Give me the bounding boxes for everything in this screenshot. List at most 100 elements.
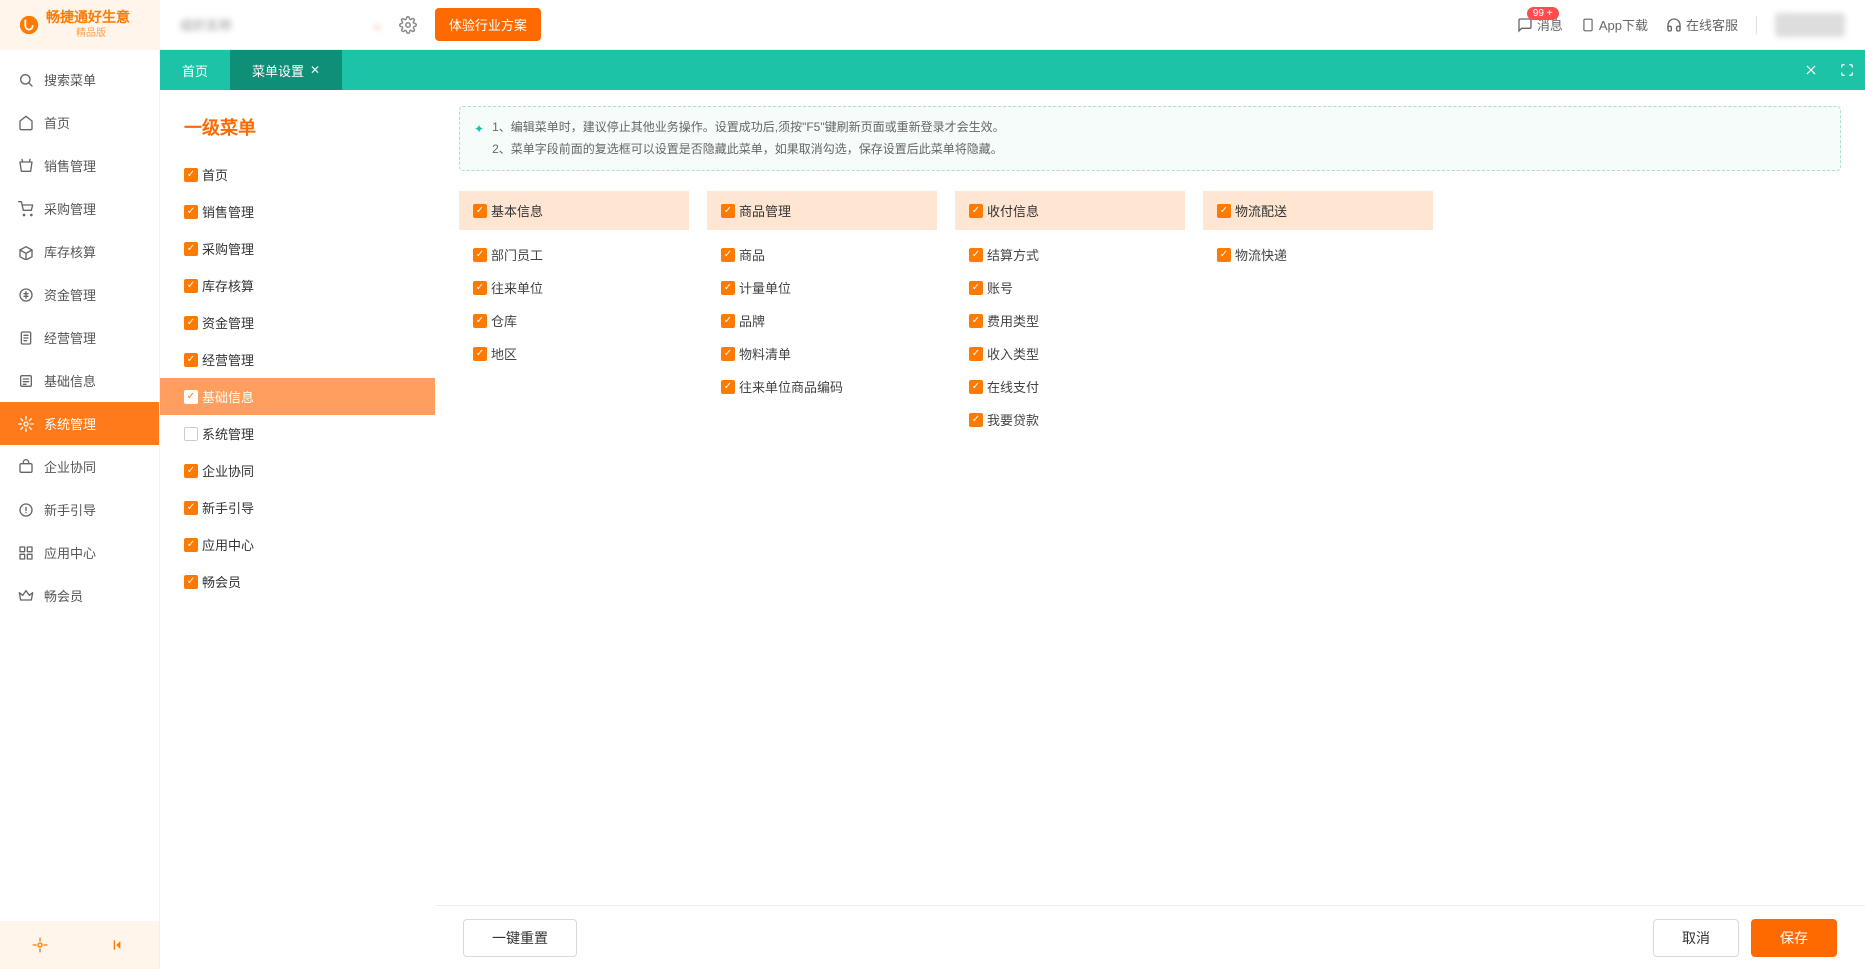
- user-avatar[interactable]: [1775, 13, 1845, 37]
- menu-item[interactable]: ✓计量单位: [721, 271, 923, 304]
- checkbox[interactable]: ✓: [184, 501, 198, 515]
- checkbox[interactable]: ✓: [473, 347, 487, 361]
- menu-item[interactable]: ✓我要贷款: [969, 403, 1171, 436]
- menu-group-header[interactable]: ✓商品管理: [707, 191, 937, 230]
- menu-item[interactable]: ✓物料清单: [721, 337, 923, 370]
- menu-item[interactable]: ✓ 费用类型: [969, 304, 1171, 337]
- tab-fullscreen-icon[interactable]: [1829, 50, 1865, 90]
- sidebar-collapse-icon[interactable]: [111, 937, 127, 953]
- checkbox[interactable]: ✓: [184, 168, 198, 182]
- sidebar-item-label: 应用中心: [44, 543, 96, 562]
- checkbox[interactable]: ✓: [184, 464, 198, 478]
- menu-item[interactable]: ✓账号: [969, 271, 1171, 304]
- sidebar-item-12[interactable]: 畅会员: [0, 574, 159, 617]
- messages-link[interactable]: 消息 99 +: [1517, 15, 1563, 34]
- checkbox[interactable]: ✓: [969, 380, 983, 394]
- checkbox[interactable]: ✓: [969, 248, 983, 262]
- tab-1[interactable]: 菜单设置✕: [230, 50, 342, 90]
- sidebar-item-11[interactable]: 应用中心: [0, 531, 159, 574]
- sidebar-item-6[interactable]: 经营管理: [0, 316, 159, 359]
- checkbox[interactable]: ✓: [721, 204, 735, 218]
- menu-item-label: 费用类型: [987, 311, 1039, 330]
- sidebar-item-3[interactable]: 采购管理: [0, 187, 159, 230]
- app-download-link[interactable]: App下载: [1581, 15, 1648, 34]
- checkbox[interactable]: ✓: [184, 279, 198, 293]
- menu-item[interactable]: ✓地区: [473, 337, 675, 370]
- sidebar-item-9[interactable]: 企业协同: [0, 445, 159, 488]
- checkbox[interactable]: ✓: [184, 242, 198, 256]
- checkbox[interactable]: ✓: [969, 413, 983, 427]
- checkbox[interactable]: ✓: [184, 538, 198, 552]
- save-button[interactable]: 保存: [1751, 919, 1837, 957]
- level1-item-8[interactable]: ✓企业协同: [160, 452, 435, 489]
- checkbox[interactable]: ✓: [184, 575, 198, 589]
- menu-item[interactable]: ✓往来单位: [473, 271, 675, 304]
- sidebar-item-7[interactable]: 基础信息: [0, 359, 159, 402]
- checkbox[interactable]: ✓: [969, 204, 983, 218]
- level1-item-6[interactable]: ✓基础信息: [160, 378, 435, 415]
- checkbox[interactable]: ✓: [184, 390, 198, 404]
- menu-item[interactable]: ✓部门员工: [473, 238, 675, 271]
- checkbox[interactable]: ✓: [473, 281, 487, 295]
- menu-group-header[interactable]: ✓收付信息: [955, 191, 1185, 230]
- checkbox[interactable]: ✓: [473, 204, 487, 218]
- checkbox[interactable]: ✓: [473, 314, 487, 328]
- checkbox[interactable]: ✓: [969, 281, 983, 295]
- checkbox[interactable]: ✓: [184, 316, 198, 330]
- menu-item[interactable]: ✓品牌: [721, 304, 923, 337]
- checkbox[interactable]: ✓: [184, 353, 198, 367]
- sidebar-item-4[interactable]: 库存核算: [0, 230, 159, 273]
- menu-item[interactable]: ✓往来单位商品编码: [721, 370, 923, 403]
- checkbox[interactable]: ✓: [721, 248, 735, 262]
- logo-icon: [18, 14, 40, 36]
- menu-item[interactable]: ✓物流快递: [1217, 238, 1419, 271]
- menu-group-header[interactable]: ✓物流配送: [1203, 191, 1433, 230]
- checkbox[interactable]: ✓: [721, 380, 735, 394]
- checkbox[interactable]: ✓: [473, 248, 487, 262]
- checkbox[interactable]: ✓: [721, 281, 735, 295]
- tab-close-all-icon[interactable]: [1793, 50, 1829, 90]
- level1-item-7[interactable]: ✓系统管理: [160, 415, 435, 452]
- level1-item-10[interactable]: ✓应用中心: [160, 526, 435, 563]
- close-icon[interactable]: ✕: [310, 63, 320, 77]
- tab-0[interactable]: 首页: [160, 50, 230, 90]
- settings-gear-icon[interactable]: [399, 16, 417, 34]
- checkbox[interactable]: ✓: [721, 314, 735, 328]
- phone-icon: [1581, 17, 1595, 33]
- checkbox[interactable]: ✓: [969, 314, 983, 328]
- level1-item-1[interactable]: ✓销售管理: [160, 193, 435, 230]
- cancel-button[interactable]: 取消: [1653, 919, 1739, 957]
- level1-item-label: 库存核算: [202, 276, 254, 295]
- sidebar-item-1[interactable]: 首页: [0, 101, 159, 144]
- tip-line-1: 1、编辑菜单时，建议停止其他业务操作。设置成功后,须按"F5"键刷新页面或重新登…: [492, 117, 1005, 139]
- org-selector[interactable]: 组织名称 ⌄: [180, 15, 383, 34]
- checkbox[interactable]: ✓: [1217, 204, 1231, 218]
- sidebar-item-5[interactable]: 资金管理: [0, 273, 159, 316]
- level1-item-9[interactable]: ✓新手引导: [160, 489, 435, 526]
- online-service-link[interactable]: 在线客服: [1666, 15, 1738, 34]
- sidebar-item-2[interactable]: 销售管理: [0, 144, 159, 187]
- reset-button[interactable]: 一键重置: [463, 919, 577, 957]
- menu-item[interactable]: ✓在线支付: [969, 370, 1171, 403]
- checkbox[interactable]: ✓: [184, 205, 198, 219]
- checkbox[interactable]: ✓: [184, 427, 198, 441]
- menu-item[interactable]: ✓结算方式: [969, 238, 1171, 271]
- sidebar-item-0[interactable]: 搜索菜单: [0, 58, 159, 101]
- menu-item[interactable]: ✓商品: [721, 238, 923, 271]
- checkbox[interactable]: ✓: [969, 347, 983, 361]
- checkbox[interactable]: ✓: [1217, 248, 1231, 262]
- sidebar-item-10[interactable]: 新手引导: [0, 488, 159, 531]
- menu-item[interactable]: ✓收入类型: [969, 337, 1171, 370]
- menu-item[interactable]: ✓仓库: [473, 304, 675, 337]
- level1-item-4[interactable]: ✓资金管理: [160, 304, 435, 341]
- sidebar-settings-icon[interactable]: [32, 937, 48, 953]
- checkbox[interactable]: ✓: [721, 347, 735, 361]
- level1-item-0[interactable]: ✓首页: [160, 156, 435, 193]
- level1-item-3[interactable]: ✓ 库存核算: [160, 267, 435, 304]
- experience-button[interactable]: 体验行业方案: [435, 8, 541, 41]
- sidebar-item-8[interactable]: 系统管理: [0, 402, 159, 445]
- menu-group-header[interactable]: ✓基本信息: [459, 191, 689, 230]
- level1-item-11[interactable]: ✓畅会员: [160, 563, 435, 600]
- level1-item-2[interactable]: ✓采购管理: [160, 230, 435, 267]
- level1-item-5[interactable]: ✓经营管理: [160, 341, 435, 378]
